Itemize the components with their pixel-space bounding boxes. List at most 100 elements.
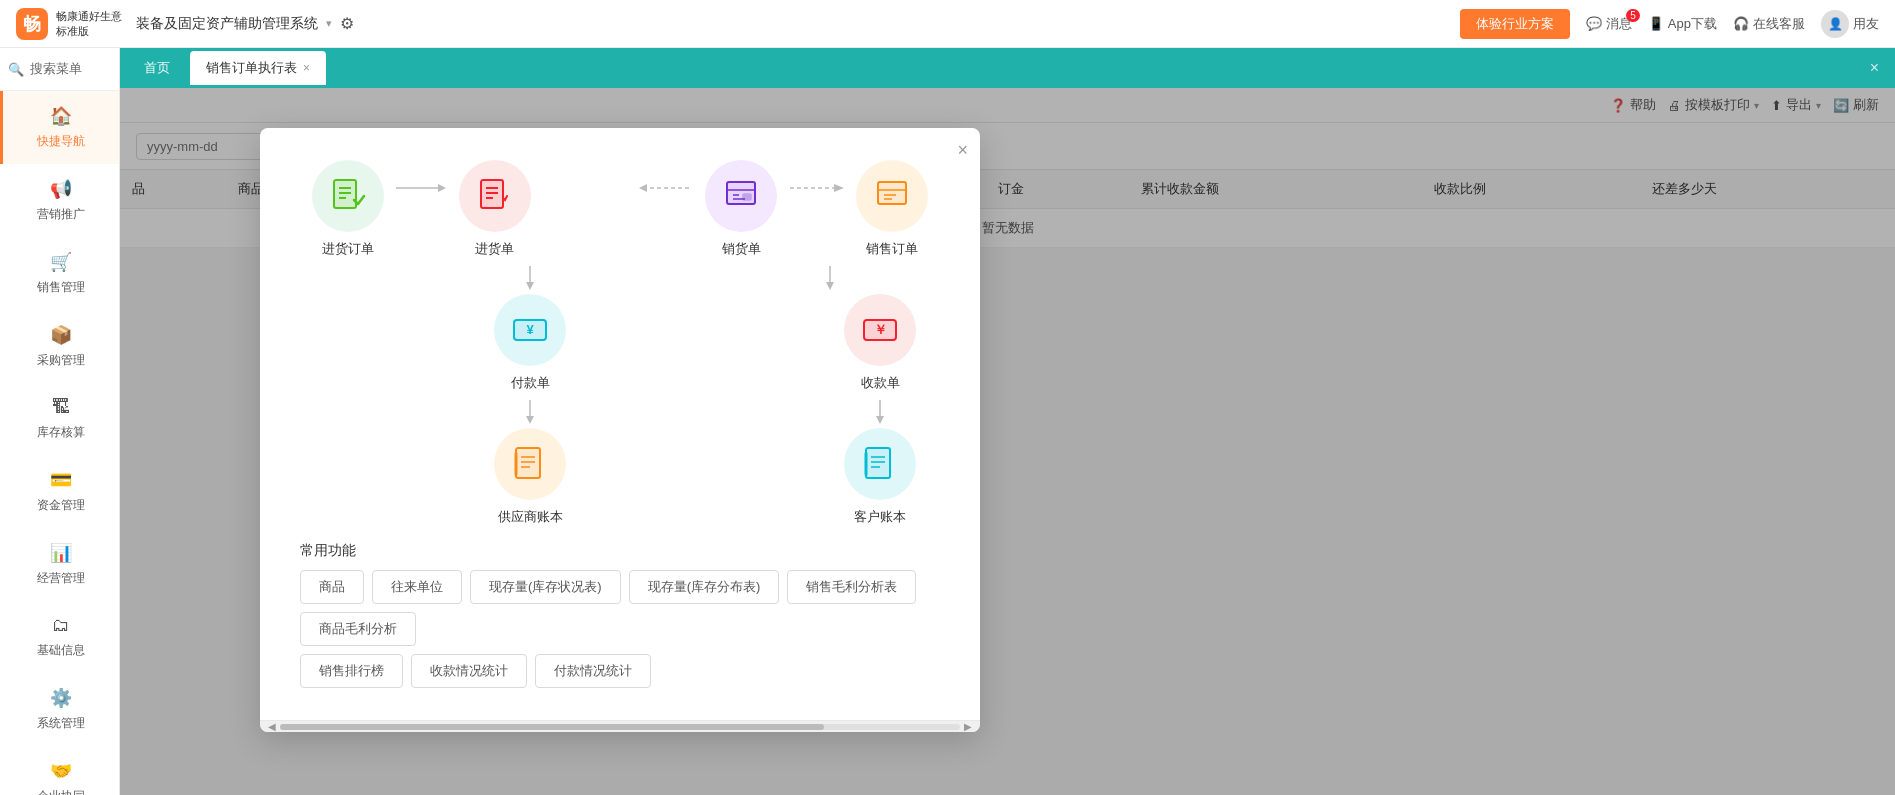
customer-ledger-circle[interactable] [844, 428, 916, 500]
logo-text: 畅康通好生意 标准版 [56, 9, 122, 38]
message-item[interactable]: 💬 消息 5 [1586, 15, 1632, 33]
sales-order-icon [874, 178, 910, 214]
func-btn-stock-status[interactable]: 现存量(库存状况表) [470, 570, 621, 604]
svg-rect-43 [514, 452, 518, 476]
sidebar-label-inventory: 库存核算 [37, 424, 85, 441]
sidebar-item-quick-nav[interactable]: 🏠 快捷导航 [0, 91, 119, 164]
sidebar-item-enterprise[interactable]: 🤝 企业协同 [0, 746, 119, 795]
modal-content: 进货订单 [260, 128, 980, 720]
func-btn-payment-stats[interactable]: 付款情况统计 [535, 654, 651, 688]
func-btn-product-profit[interactable]: 商品毛利分析 [300, 612, 416, 646]
svg-rect-49 [864, 452, 868, 476]
receipt-bill-label: 收款单 [861, 374, 900, 392]
enterprise-icon: 🤝 [50, 760, 72, 782]
flow-v-arrows-2 [300, 400, 940, 424]
svg-rect-41 [516, 448, 540, 478]
online-service-item[interactable]: 🎧 在线客服 [1733, 15, 1805, 33]
supplier-ledger-circle[interactable] [494, 428, 566, 500]
system-title-text: 装备及固定资产辅助管理系统 [136, 15, 318, 33]
headset-icon: 🎧 [1733, 16, 1749, 31]
dashed-arrow-right-icon [790, 180, 844, 196]
user-item[interactable]: 👤 用友 [1821, 10, 1879, 38]
purchase-bill-label: 进货单 [475, 240, 514, 258]
message-badge: 5 [1626, 9, 1640, 22]
tab-home[interactable]: 首页 [128, 51, 186, 85]
func-btn-partner[interactable]: 往来单位 [372, 570, 462, 604]
sidebar-label-quick-nav: 快捷导航 [37, 133, 85, 150]
scroll-right-arrow[interactable]: ▶ [964, 721, 972, 732]
purchase-order-circle[interactable] [312, 160, 384, 232]
sidebar-label-basic-info: 基础信息 [37, 642, 85, 659]
dropdown-arrow-icon: ▾ [326, 17, 332, 30]
arrow-down-icon-3 [522, 400, 538, 424]
scroll-track[interactable] [280, 724, 960, 730]
sales-order-item-label: 销售订单 [866, 240, 918, 258]
sales-bill-circle[interactable] [705, 160, 777, 232]
gear-settings-icon[interactable]: ⚙ [340, 14, 354, 33]
message-icon: 💬 [1586, 16, 1602, 31]
tab-bar: 首页 销售订单执行表 × × [120, 48, 1895, 88]
header-actions: 体验行业方案 💬 消息 5 📱 App下载 🎧 在线客服 👤 用友 [1460, 9, 1879, 39]
sidebar-label-marketing: 营销推广 [37, 206, 85, 223]
flow-v2-arrow-right [820, 400, 940, 424]
tab-sales-order[interactable]: 销售订单执行表 × [190, 51, 326, 85]
receipt-bill-circle[interactable]: ￥ [844, 294, 916, 366]
supplier-ledger-icon [512, 446, 548, 482]
flow-row-2: ¥ 付款单 [300, 294, 940, 392]
purchase-order-icon [330, 178, 366, 214]
sidebar-search[interactable]: 🔍 搜索菜单 [0, 48, 119, 91]
flow-v-arrow-right [770, 266, 890, 290]
modal-overlay[interactable]: × [120, 88, 1895, 795]
sidebar-label-sales: 销售管理 [37, 279, 85, 296]
tab-home-label: 首页 [144, 59, 170, 77]
logo-line2: 标准版 [56, 24, 122, 38]
sidebar-label-finance: 资金管理 [37, 497, 85, 514]
func-btn-sales-rank[interactable]: 销售排行榜 [300, 654, 403, 688]
svg-marker-6 [438, 184, 446, 192]
svg-rect-14 [727, 182, 755, 204]
layout: 🔍 搜索菜单 🏠 快捷导航 📢 营销推广 🛒 销售管理 📦 采购管理 🏗 库存核… [0, 48, 1895, 795]
func-btn-sales-profit[interactable]: 销售毛利分析表 [787, 570, 916, 604]
sidebar-item-basic-info[interactable]: 🗂 基础信息 [0, 601, 119, 673]
modal-close-btn[interactable]: × [957, 140, 968, 161]
flow-supplier-ledger: 供应商账本 [470, 428, 590, 526]
sidebar-item-sales[interactable]: 🛒 销售管理 [0, 237, 119, 310]
main-content: 首页 销售订单执行表 × × ❓ 帮助 🖨 按模板打印 ▾ [120, 48, 1895, 795]
logo-line1: 畅康通好生意 [56, 9, 122, 23]
scroll-left-arrow[interactable]: ◀ [268, 721, 276, 732]
flow-receipt-bill: ￥ 收款单 [820, 294, 940, 392]
flow-v2-arrow-left [470, 400, 590, 424]
sidebar-item-purchase[interactable]: 📦 采购管理 [0, 310, 119, 383]
payment-bill-icon: ¥ [512, 312, 548, 348]
flow-row-1: 进货订单 [300, 160, 940, 258]
purchase-bill-circle[interactable] [459, 160, 531, 232]
func-btn-receipt-stats[interactable]: 收款情况统计 [411, 654, 527, 688]
sidebar-item-system[interactable]: ⚙️ 系统管理 [0, 673, 119, 746]
func-btn-stock-dist[interactable]: 现存量(库存分布表) [629, 570, 780, 604]
sales-icon: 🛒 [50, 251, 72, 273]
sidebar-item-operations[interactable]: 📊 经营管理 [0, 528, 119, 601]
system-icon: ⚙️ [50, 687, 72, 709]
flow-dashed-arrow-1 [639, 180, 693, 196]
sales-order-circle[interactable] [856, 160, 928, 232]
sidebar-item-inventory[interactable]: 🏗 库存核算 [0, 383, 119, 455]
flow-v2-spacer-2 [590, 400, 820, 424]
sidebar-item-finance[interactable]: 💳 资金管理 [0, 455, 119, 528]
sales-bill-icon [723, 178, 759, 214]
payment-bill-circle[interactable]: ¥ [494, 294, 566, 366]
svg-rect-22 [878, 182, 906, 204]
func-btn-product[interactable]: 商品 [300, 570, 364, 604]
tab-close-icon[interactable]: × [303, 61, 310, 75]
sales-bill-label: 销货单 [722, 240, 761, 258]
content-area: ❓ 帮助 🖨 按模板打印 ▾ ⬆ 导出 ▾ 🔄 刷新 [120, 88, 1895, 795]
scroll-thumb [280, 724, 824, 730]
sidebar-item-marketing[interactable]: 📢 营销推广 [0, 164, 119, 237]
experience-btn[interactable]: 体验行业方案 [1460, 9, 1570, 39]
tab-bar-close-icon[interactable]: × [1862, 59, 1887, 77]
top-header: 畅 畅康通好生意 标准版 装备及固定资产辅助管理系统 ▾ ⚙ 体验行业方案 💬 … [0, 0, 1895, 48]
svg-marker-30 [826, 282, 834, 290]
app-download-item[interactable]: 📱 App下载 [1648, 15, 1717, 33]
sidebar-label-enterprise: 企业协同 [37, 788, 85, 795]
avatar: 👤 [1821, 10, 1849, 38]
system-title-area: 装备及固定资产辅助管理系统 ▾ ⚙ [136, 14, 1460, 33]
